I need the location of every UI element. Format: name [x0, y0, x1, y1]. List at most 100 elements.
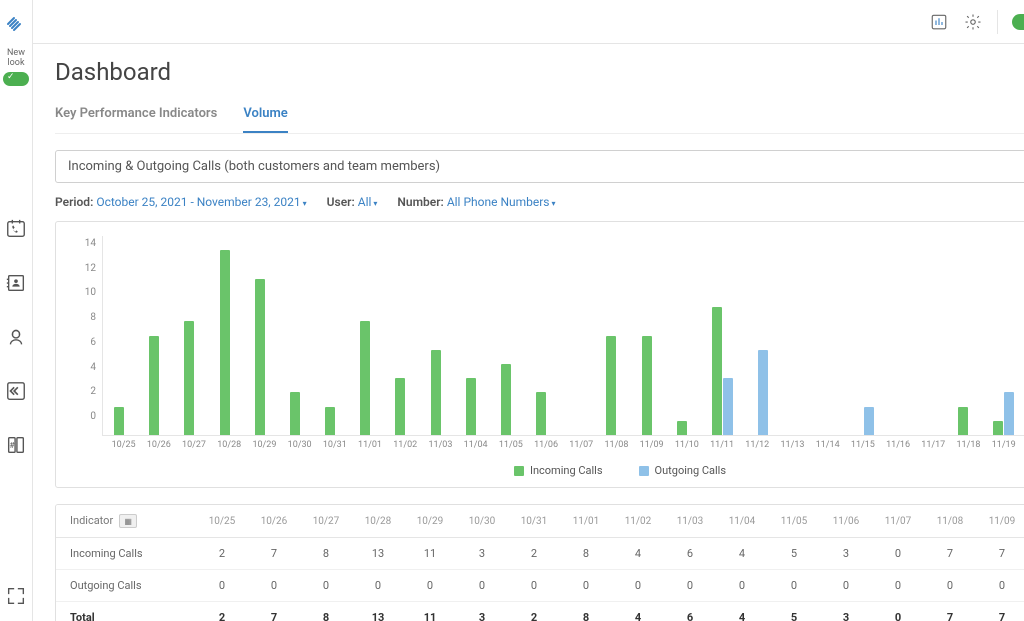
bar-group [564, 236, 599, 435]
dialpad-nav-icon[interactable]: # [3, 432, 29, 458]
bar-incoming [325, 407, 335, 435]
cell: 0 [508, 570, 560, 602]
cell: 0 [924, 570, 976, 602]
cell: 3 [456, 602, 508, 621]
bar-incoming [184, 321, 194, 435]
tab-kpi[interactable]: Key Performance Indicators [55, 100, 217, 133]
x-axis: 10/2510/2610/2710/2810/2910/3010/3111/01… [102, 436, 1024, 450]
bar-group [775, 236, 810, 435]
bar-group [283, 236, 318, 435]
cell: 4 [612, 538, 664, 570]
cell: 0 [716, 570, 768, 602]
cell: 8 [560, 602, 612, 621]
cell: 13 [352, 602, 404, 621]
cell: 8 [300, 602, 352, 621]
bar-incoming [431, 350, 441, 435]
date-header: 10/31 [508, 505, 560, 538]
bar-incoming [220, 250, 230, 435]
bar-group [951, 236, 986, 435]
metric-dropdown-label: Incoming & Outgoing Calls (both customer… [68, 159, 440, 174]
cell: 11 [404, 602, 456, 621]
cell: 5 [768, 602, 820, 621]
cell: 2 [196, 602, 248, 621]
cell: 11 [404, 538, 456, 570]
bar-incoming [712, 307, 722, 435]
date-header: 11/02 [612, 505, 664, 538]
cell: 3 [820, 538, 872, 570]
date-header: 11/04 [716, 505, 768, 538]
bar-group [670, 236, 705, 435]
cell: 0 [872, 538, 924, 570]
export-icon[interactable]: ▦ [119, 514, 137, 528]
calls-nav-icon[interactable] [3, 216, 29, 242]
separator [997, 10, 998, 34]
row-label: Incoming Calls [56, 538, 196, 570]
cell: 7 [924, 538, 976, 570]
cell: 0 [768, 570, 820, 602]
bar-group [986, 236, 1021, 435]
bar-group [459, 236, 494, 435]
legend-swatch-outgoing [639, 466, 649, 476]
bar-outgoing [864, 407, 874, 435]
transfer-nav-icon[interactable] [3, 378, 29, 404]
cell: 0 [560, 570, 612, 602]
bar-incoming [395, 378, 405, 435]
tab-volume[interactable]: Volume [243, 100, 287, 133]
date-header: 10/26 [248, 505, 300, 538]
bar-group [494, 236, 529, 435]
bar-incoming [255, 279, 265, 435]
table-row: Incoming Calls278131132846453077190 [56, 538, 1024, 570]
bar-incoming [360, 321, 370, 435]
newlook-toggle[interactable] [3, 72, 29, 86]
cell: 0 [456, 570, 508, 602]
bar-incoming [993, 421, 1003, 435]
fullscreen-icon[interactable] [3, 583, 29, 609]
cell: 7 [248, 538, 300, 570]
bar-incoming [536, 392, 546, 435]
topbar: Leo Forger ⌄ [33, 0, 1024, 44]
bar-group [318, 236, 353, 435]
chart-card: 14121086420 10/2510/2610/2710/2810/2910/… [55, 221, 1024, 488]
bar-group [353, 236, 388, 435]
cell: 0 [196, 570, 248, 602]
cell: 7 [924, 602, 976, 621]
bar-group [810, 236, 845, 435]
bar-group [107, 236, 142, 435]
agent-nav-icon[interactable] [3, 324, 29, 350]
bar-group [599, 236, 634, 435]
sidebar: New look # [0, 0, 33, 621]
period-value[interactable]: October 25, 2021 - November 23, 2021▾ [96, 195, 306, 209]
gear-icon[interactable] [963, 12, 983, 32]
cell: 2 [196, 538, 248, 570]
bar-group [916, 236, 951, 435]
cell: 6 [664, 602, 716, 621]
date-header: 11/08 [924, 505, 976, 538]
row-label: Total [56, 602, 196, 621]
cell: 7 [248, 602, 300, 621]
cell: 4 [716, 602, 768, 621]
table-card: Indicator▦10/2510/2610/2710/2810/2910/30… [55, 504, 1024, 621]
legend-label-outgoing: Outgoing Calls [655, 464, 727, 477]
date-header: 10/27 [300, 505, 352, 538]
bar-group [846, 236, 881, 435]
bar-group [635, 236, 670, 435]
date-header: 10/30 [456, 505, 508, 538]
contacts-nav-icon[interactable] [3, 270, 29, 296]
cell: 7 [976, 602, 1024, 621]
cell: 3 [820, 602, 872, 621]
data-table: Indicator▦10/2510/2610/2710/2810/2910/30… [56, 505, 1024, 621]
date-header: 11/09 [976, 505, 1024, 538]
number-filter-value[interactable]: All Phone Numbers▾ [447, 195, 556, 209]
metric-dropdown[interactable]: Incoming & Outgoing Calls (both customer… [55, 150, 1024, 183]
cell: 2 [508, 538, 560, 570]
stats-icon[interactable] [929, 12, 949, 32]
date-header: 11/06 [820, 505, 872, 538]
bar-outgoing [1004, 392, 1014, 435]
app-logo[interactable] [0, 8, 32, 40]
bar-incoming [290, 392, 300, 435]
legend-label-incoming: Incoming Calls [530, 464, 603, 477]
indicator-header: Indicator▦ [56, 505, 196, 538]
cell: 0 [248, 570, 300, 602]
user-filter-value[interactable]: All▾ [358, 195, 378, 209]
availability-toggle[interactable] [1012, 14, 1024, 30]
